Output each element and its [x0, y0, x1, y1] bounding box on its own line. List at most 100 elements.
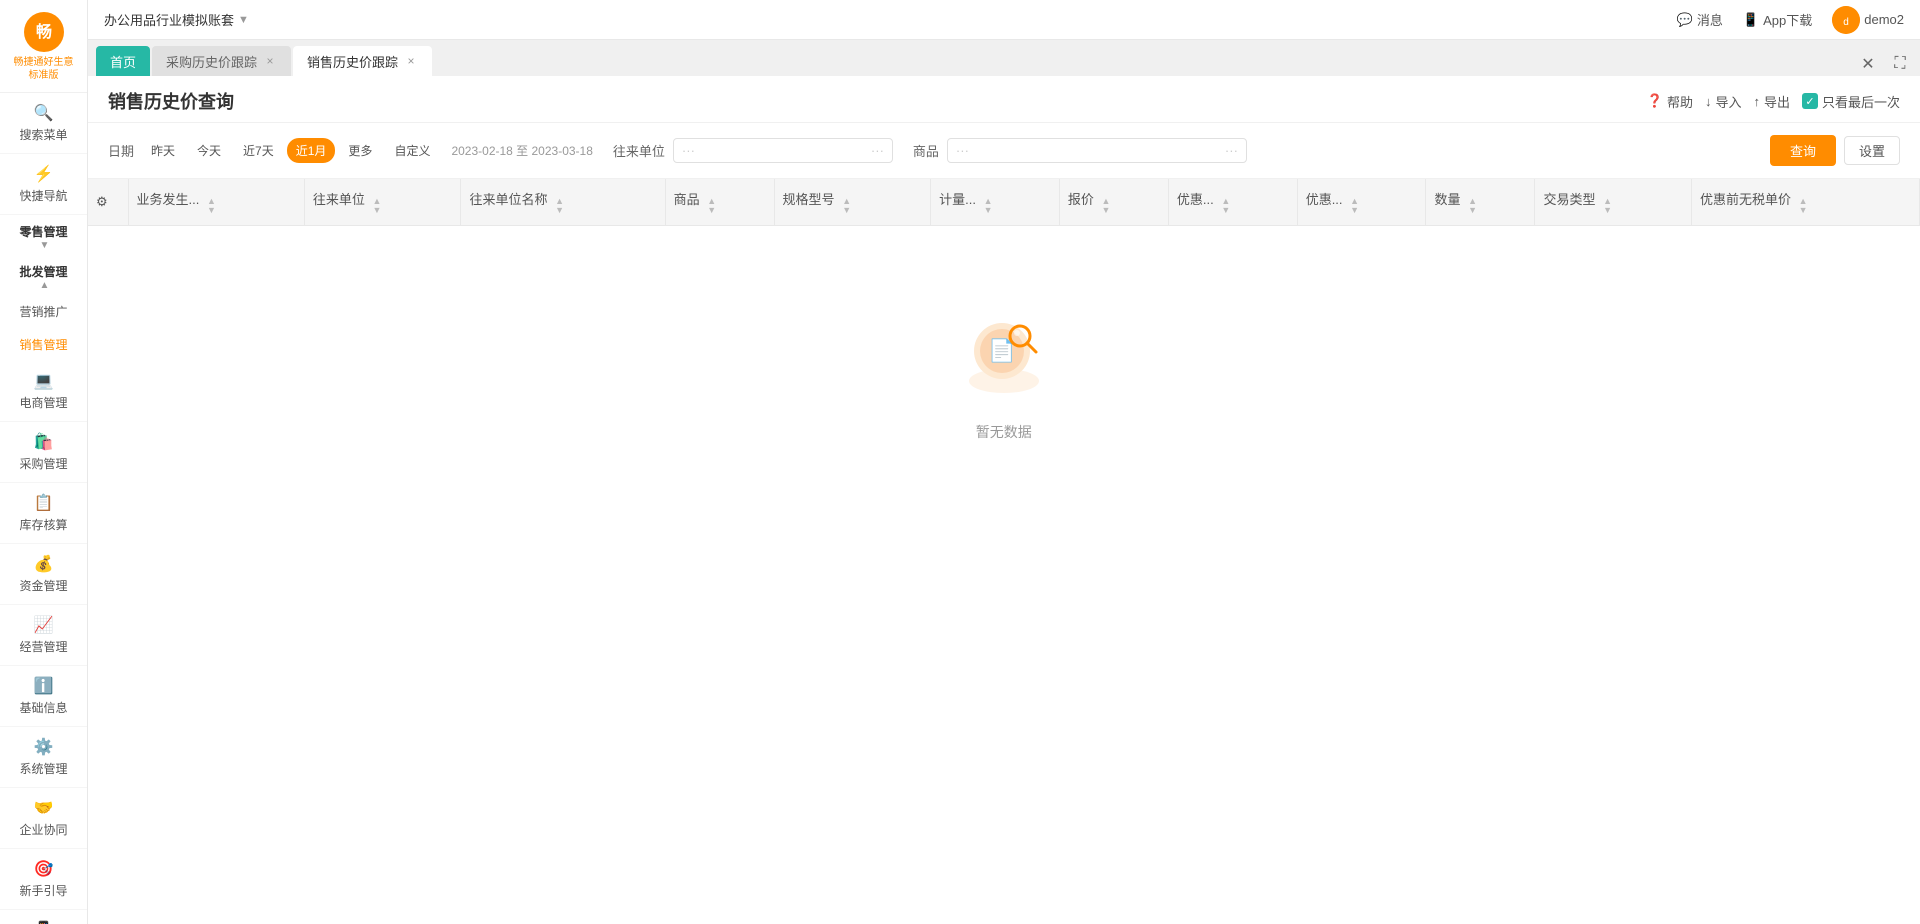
- export-icon: ↑: [1753, 94, 1760, 109]
- col-partner-name-label: 往来单位名称: [469, 192, 547, 207]
- partner-input[interactable]: ··· ···: [673, 138, 893, 163]
- page-title: 销售历史价查询: [108, 88, 234, 114]
- table-col-partner-code[interactable]: 往来单位 ▲▼: [304, 179, 461, 226]
- sidebar-item-wholesale[interactable]: 批发管理 ▲: [0, 255, 87, 295]
- col-unit-label: 计量...: [939, 192, 976, 207]
- marketing-label: 营销推广: [19, 303, 67, 320]
- company-selector[interactable]: 办公用品行业模拟账套 ▼: [104, 10, 249, 29]
- import-label: 导入: [1715, 92, 1741, 111]
- app-download-icon: 📱: [1743, 12, 1759, 28]
- empty-state: 📄 暂无数据: [88, 226, 1920, 522]
- table-col-quantity[interactable]: 数量 ▲▼: [1426, 179, 1535, 226]
- sidebar-item-finance[interactable]: 💰 资金管理: [0, 544, 87, 605]
- date-btn-1month[interactable]: 近1月: [287, 138, 336, 163]
- goods-input[interactable]: ··· ···: [947, 138, 1247, 163]
- filter-area: 日期 昨天 今天 近7天 近1月 更多 自定义 2023-02-18 至 202…: [88, 123, 1920, 179]
- sidebar-item-enterprise[interactable]: 🤝 企业协同: [0, 788, 87, 849]
- enterprise-icon: 🤝: [34, 798, 54, 818]
- avatar: d: [1832, 6, 1860, 34]
- message-action[interactable]: 💬 消息: [1677, 10, 1723, 29]
- page-header: 销售历史价查询 ❓ 帮助 ↓ 导入 ↑ 导出 ✓ 只看最后一次: [88, 76, 1920, 123]
- date-btn-more[interactable]: 更多: [339, 138, 381, 163]
- sidebar-item-system[interactable]: ⚙️ 系统管理: [0, 727, 87, 788]
- sidebar-item-guide[interactable]: 🎯 新手引导: [0, 849, 87, 910]
- sidebar-item-search[interactable]: 🔍 搜索菜单: [0, 93, 87, 154]
- sidebar-item-marketing[interactable]: 营销推广: [0, 295, 87, 328]
- sidebar-item-operations-label: 经营管理: [19, 638, 67, 655]
- table-col-settings[interactable]: ⚙: [88, 179, 128, 226]
- tab-fullscreen-button[interactable]: ⛶: [1888, 52, 1912, 76]
- sidebar-item-purchase[interactable]: 🛍️ 采购管理: [0, 422, 87, 483]
- date-btn-today[interactable]: 今天: [188, 138, 230, 163]
- export-action[interactable]: ↑ 导出: [1753, 92, 1790, 111]
- sort-discount1-icon: ▲▼: [1221, 197, 1230, 215]
- main-area: 办公用品行业模拟账套 ▼ 💬 消息 📱 App下载 d demo2: [88, 0, 1920, 924]
- sidebar-item-guide-label: 新手引导: [19, 882, 67, 899]
- table-col-discount1[interactable]: 优惠... ▲▼: [1168, 179, 1297, 226]
- tab-home[interactable]: 首页: [96, 46, 150, 76]
- system-icon: ⚙️: [34, 737, 54, 757]
- col-business-date-label: 业务发生...: [137, 192, 200, 207]
- goods-dots-icon: ···: [1225, 143, 1238, 158]
- help-action[interactable]: ❓ 帮助: [1647, 92, 1693, 111]
- checkbox-checked-icon: ✓: [1802, 93, 1818, 109]
- col-spec-label: 规格型号: [783, 192, 835, 207]
- only-last-checkbox[interactable]: ✓ 只看最后一次: [1802, 92, 1900, 111]
- sort-partner-code-icon: ▲▼: [373, 197, 382, 215]
- tab-sales-history[interactable]: 销售历史价跟踪 ×: [293, 46, 432, 76]
- table-col-quote[interactable]: 报价 ▲▼: [1059, 179, 1168, 226]
- date-btn-custom[interactable]: 自定义: [385, 138, 439, 163]
- table-col-pre-tax-price[interactable]: 优惠前无税单价 ▲▼: [1692, 179, 1920, 226]
- sort-goods-icon: ▲▼: [707, 197, 716, 215]
- finance-icon: 💰: [34, 554, 54, 574]
- table-header-row: ⚙ 业务发生... ▲▼ 往来单位 ▲▼ 往来单位名称 ▲▼: [88, 179, 1920, 226]
- data-table: ⚙ 业务发生... ▲▼ 往来单位 ▲▼ 往来单位名称 ▲▼: [88, 179, 1920, 522]
- user-profile-action[interactable]: d demo2: [1832, 6, 1904, 34]
- sort-spec-icon: ▲▼: [842, 197, 851, 215]
- settings-button[interactable]: 设置: [1844, 136, 1900, 165]
- table-col-trade-type[interactable]: 交易类型 ▲▼: [1535, 179, 1692, 226]
- table-col-unit[interactable]: 计量... ▲▼: [931, 179, 1060, 226]
- date-filter-group: 日期 昨天 今天 近7天 近1月 更多 自定义 2023-02-18 至 202…: [108, 138, 593, 163]
- table-col-partner-name[interactable]: 往来单位名称 ▲▼: [461, 179, 665, 226]
- import-action[interactable]: ↓ 导入: [1705, 92, 1742, 111]
- sidebar-item-operations[interactable]: 📈 经营管理: [0, 605, 87, 666]
- date-buttons: 昨天 今天 近7天 近1月 更多 自定义: [142, 138, 439, 163]
- table-col-spec[interactable]: 规格型号 ▲▼: [774, 179, 931, 226]
- tab-purchase-history-close[interactable]: ×: [263, 54, 277, 68]
- app-download-action[interactable]: 📱 App下载: [1743, 10, 1812, 29]
- partner-input-placeholder: ···: [682, 143, 695, 158]
- sidebar-item-inventory-label: 库存核算: [19, 516, 67, 533]
- top-bar-right: 💬 消息 📱 App下载 d demo2: [1677, 6, 1904, 34]
- tabs-bar-right: ✕ ⛶: [1856, 52, 1912, 76]
- app-logo-icon: 畅: [22, 10, 66, 54]
- only-last-label: 只看最后一次: [1822, 92, 1900, 111]
- col-goods-label: 商品: [674, 192, 700, 207]
- partner-label: 往来单位: [613, 141, 665, 160]
- page-content: 销售历史价查询 ❓ 帮助 ↓ 导入 ↑ 导出 ✓ 只看最后一次: [88, 76, 1920, 924]
- table-col-goods[interactable]: 商品 ▲▼: [665, 179, 774, 226]
- sidebar-item-basics[interactable]: ℹ️ 基础信息: [0, 666, 87, 727]
- date-btn-yesterday[interactable]: 昨天: [142, 138, 184, 163]
- sidebar-item-inventory[interactable]: 📋 库存核算: [0, 483, 87, 544]
- sidebar-item-basics-label: 基础信息: [19, 699, 67, 716]
- sidebar-item-sales-mgmt[interactable]: 销售管理: [0, 328, 87, 361]
- sidebar-item-finance-label: 资金管理: [19, 577, 67, 594]
- query-button[interactable]: 查询: [1770, 135, 1836, 166]
- sidebar-item-retail[interactable]: 零售管理 ▼: [0, 215, 87, 255]
- date-btn-7days[interactable]: 近7天: [234, 138, 283, 163]
- table-col-business-date[interactable]: 业务发生... ▲▼: [128, 179, 304, 226]
- sidebar-item-appstore[interactable]: 📱 应用中心: [0, 910, 87, 924]
- col-pre-tax-price-label: 优惠前无税单价: [1700, 192, 1791, 207]
- sidebar-item-quicknav-label: 快捷导航: [19, 187, 67, 204]
- wholesale-arrow: ▲: [40, 280, 50, 291]
- sidebar-item-ecommerce[interactable]: 💻 电商管理: [0, 361, 87, 422]
- search-menu-icon: 🔍: [34, 103, 54, 123]
- empty-text: 暂无数据: [976, 422, 1032, 442]
- sidebar-item-quicknav[interactable]: ⚡ 快捷导航: [0, 154, 87, 215]
- tab-sales-history-close[interactable]: ×: [404, 54, 418, 68]
- table-col-discount2[interactable]: 优惠... ▲▼: [1297, 179, 1426, 226]
- import-icon: ↓: [1705, 94, 1712, 109]
- tab-purchase-history[interactable]: 采购历史价跟踪 ×: [152, 46, 291, 76]
- tab-close-all-button[interactable]: ✕: [1856, 52, 1880, 76]
